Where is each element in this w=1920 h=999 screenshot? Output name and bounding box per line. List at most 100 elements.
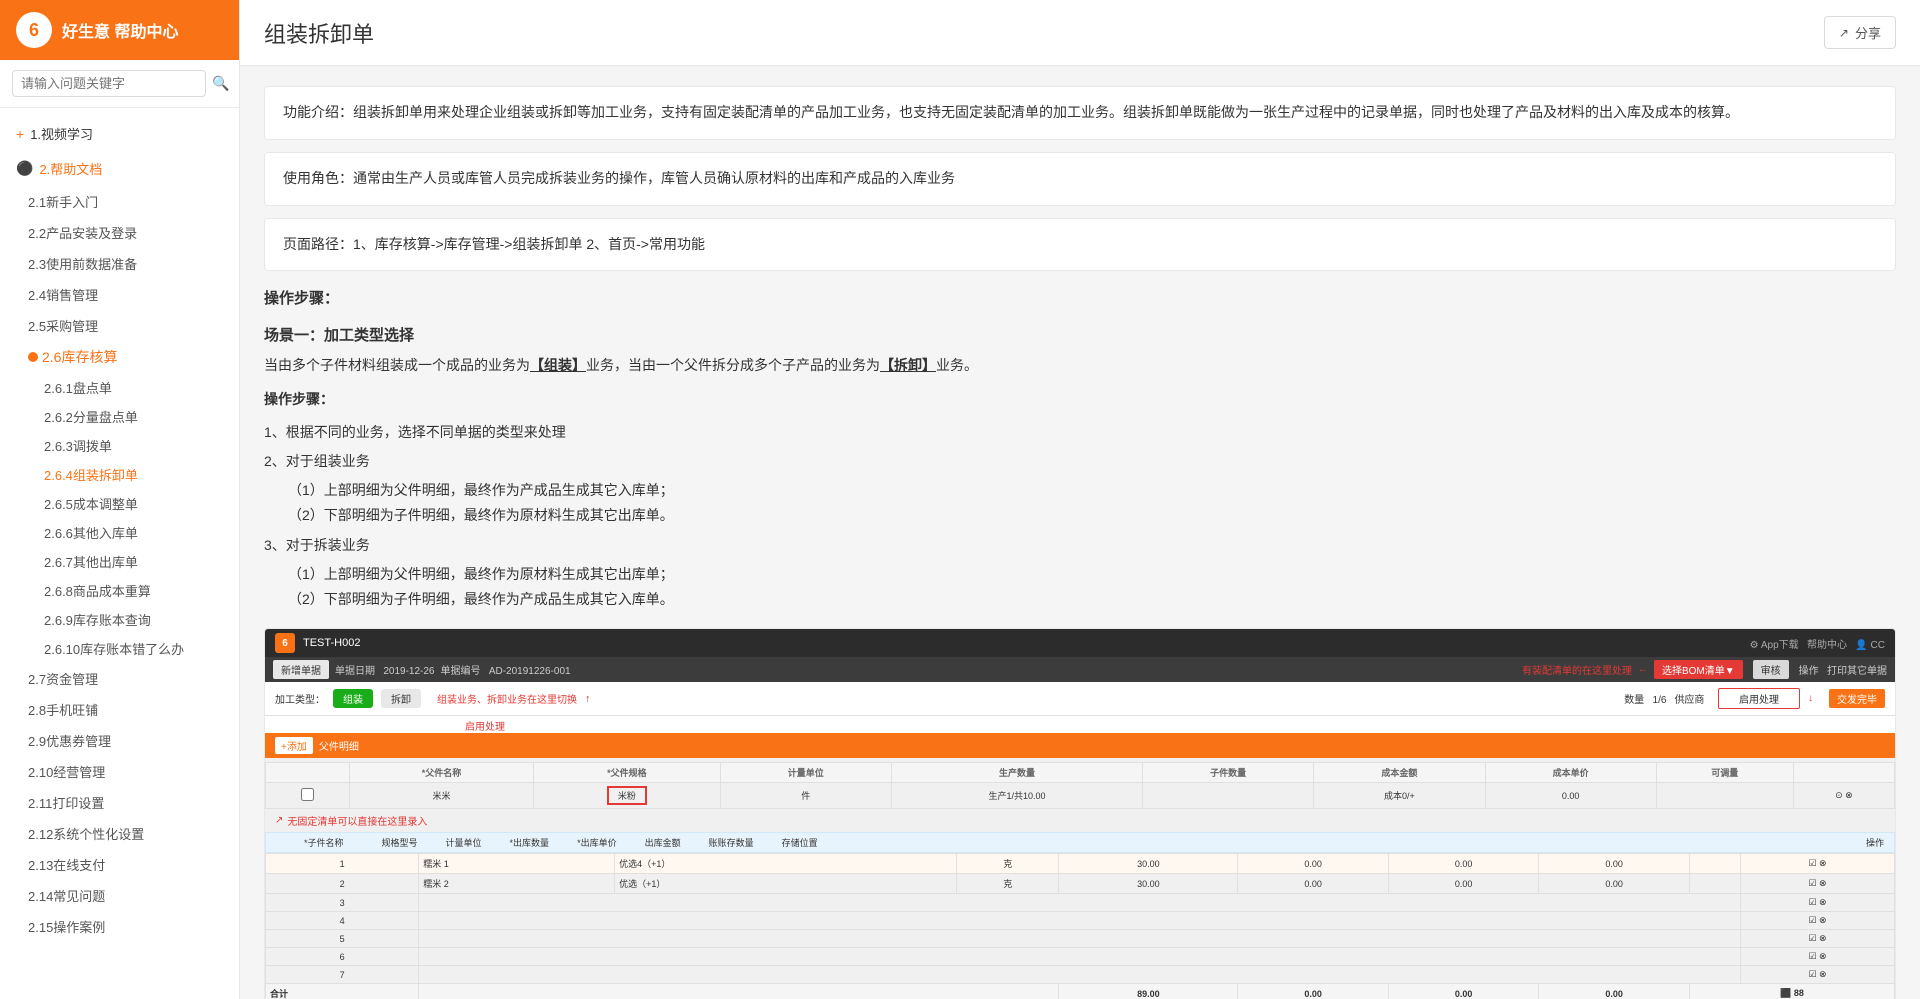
cell-sub-qty [1143,783,1314,809]
col-sku: *父件规格 [534,763,720,783]
cell-empty4 [419,912,1741,930]
col2-check [276,836,296,849]
share-button[interactable]: ↗ 分享 [1824,16,1896,49]
step3: 3、对于拆装业务 [264,533,1896,558]
cell-unit2: 克 [957,854,1059,874]
annotation4-row: ↗ 无固定清单可以直接在这里录入 [265,809,1895,832]
sidebar-item-other-in[interactable]: 2.6.6其他入库单 [44,518,239,547]
toolbar-annotation1: 有装配清单的在这里处理 [1522,662,1632,677]
cell-amt-out: 0.00 [1388,854,1539,874]
supplier-input[interactable]: 启用处理 [1718,688,1800,709]
cell-empty3 [419,894,1741,912]
function-intro-box: 功能介绍：组装拆卸单用来处理企业组装或拆卸等加工业务，支持有固定装配清单的产品加… [264,86,1896,140]
sidebar-item-online-pay[interactable]: 2.13在线支付 [28,849,239,880]
sidebar-item-purchase[interactable]: 2.5采购管理 [28,310,239,341]
table-row: 2 糯米 2 优选（+1） 克 30.00 0.00 0.00 0.00 [266,874,1895,894]
cell-name: 米米 [349,783,534,809]
col-unit-cost: 成本单价 [1485,763,1656,783]
annotation2-arrow: ↑ [585,693,591,705]
search-input[interactable] [12,70,206,97]
col2-ops: 操作 [1866,836,1884,849]
cell-cost: 成本0/+ [1314,783,1485,809]
cell-qty-out: 30.00 [1059,854,1238,874]
annotation2: 组装业务、拆卸业务在这里切换 [437,691,577,706]
sidebar-item-inventory[interactable]: 2.6库存核算 [28,341,239,373]
sidebar-item-sales[interactable]: 2.4销售管理 [28,279,239,310]
cell-stk2: 0.00 [1539,854,1690,874]
table-row: 7 ☑ ⊗ [266,966,1895,984]
sidebar-item-coupon[interactable]: 2.9优惠券管理 [28,725,239,756]
sidebar-item-newbie[interactable]: 2.1新手入门 [28,186,239,217]
annotation3-label: 启用处理 [265,716,1895,733]
cell-name3: 糯米 2 [419,874,615,894]
cell-ops8: ☑ ⊗ [1741,966,1895,984]
col-avail: 可调量 [1656,763,1793,783]
tab-disassembly[interactable]: 拆卸 [381,689,421,708]
sidebar-search-bar: 🔍 [0,60,239,108]
cell-check [266,783,350,809]
table-row: 6 ☑ ⊗ [266,948,1895,966]
sidebar-item-video[interactable]: + 1.视频学习 [0,116,239,151]
sidebar-item-cost-recalc[interactable]: 2.6.8商品成本重算 [44,576,239,605]
cell-qty-out3: 30.00 [1059,874,1238,894]
confirm-btn[interactable]: 交发完毕 [1829,689,1885,708]
footer-qty: 89.00 [1059,984,1238,999]
sidebar-item-assemble-disassemble[interactable]: 2.6.4组装拆卸单 [44,460,239,489]
lower-table-area: ↗ 无固定清单可以直接在这里录入 *子件名称 规格型号 计量单位 *出库数量 *… [265,809,1895,999]
step2-sub2: （2）下部明细为子件明细，最终作为原材料生成其它出库单。 [288,503,1896,528]
sidebar-item-operations[interactable]: 2.10经营管理 [28,756,239,787]
sidebar-item-other-out[interactable]: 2.6.7其他出库单 [44,547,239,576]
footer-stk: 0.00 [1539,984,1690,999]
sidebar-item-cost-adj[interactable]: 2.6.5成本调整单 [44,489,239,518]
cell-no5: 4 [266,912,419,930]
sidebar: 6 好生意 帮助中心 🔍 + 1.视频学习 ⚫ 2.帮助文档 2.1新手入门 2… [0,0,240,999]
app-toolbar: 新增单据 单据日期 2019-12-26 单据编号 AD-20191226-00… [265,657,1895,682]
table-row: 3 ☑ ⊗ [266,894,1895,912]
tab-assembly[interactable]: 组装 [333,689,373,708]
search-icon[interactable]: 🔍 [212,75,229,92]
footer-price: 0.00 [1238,984,1389,999]
row-checkbox[interactable] [301,788,314,801]
cell-no6: 5 [266,930,419,948]
sidebar-item-cases[interactable]: 2.15操作案例 [28,911,239,942]
sidebar-item-transfer[interactable]: 2.6.3调拨单 [44,431,239,460]
cell-sku: 米粉 [534,783,720,809]
sidebar-item-faq[interactable]: 2.14常见问题 [28,880,239,911]
footer-amt: 0.00 [1388,984,1539,999]
sidebar-item-install[interactable]: 2.2产品安装及登录 [28,217,239,248]
sidebar-sub-inventory: 2.6.1盘点单 2.6.2分量盘点单 2.6.3调拨单 2.6.4组装拆卸单 … [28,373,239,663]
sidebar-item-help-docs[interactable]: ⚫ 2.帮助文档 [0,151,239,186]
sidebar-item-partial-stock[interactable]: 2.6.2分量盘点单 [44,402,239,431]
collapse-dot [28,352,38,362]
col2-qty1: *出库数量 [510,836,550,849]
sidebar-item-stock-ledger-fix[interactable]: 2.6.10库存账本错了么办 [44,634,239,663]
sidebar-item-stock-ledger[interactable]: 2.6.9库存账本查询 [44,605,239,634]
col2-name: *子件名称 [304,836,344,849]
sidebar-item-personalize[interactable]: 2.12系统个性化设置 [28,818,239,849]
sub-add-btn[interactable]: +添加 [275,737,313,754]
table-row: 米米 米粉 件 生产1/共10.00 成本0/+ 0.00 ⊙ ⊗ [266,783,1895,809]
role-desc-box: 使用角色：通常由生产人员或库管人员完成拆装业务的操作，库管人员确认原材料的出库和… [264,152,1896,206]
cell-ops5: ☑ ⊗ [1741,912,1895,930]
cell-ops2: ☑ ⊗ [1741,854,1895,874]
sidebar-item-label: 2.帮助文档 [39,159,102,178]
sidebar-item-stocktake[interactable]: 2.6.1盘点单 [44,373,239,402]
app-screenshot: 6 TEST-H002 ⚙ App下载 帮助中心 👤 CC 新增单据 单据日期 … [265,629,1895,999]
steps-label: 操作步骤： [264,387,1896,412]
cell-price-out: 0.00 [1238,854,1389,874]
cell-empty7 [419,966,1741,984]
logo-icon: 6 [16,12,52,48]
main-body: 功能介绍：组装拆卸单用来处理企业组装或拆卸等加工业务，支持有固定装配清单的产品加… [240,66,1920,999]
cell-sku2: 优选4（+1） [615,854,957,874]
sidebar-nav: + 1.视频学习 ⚫ 2.帮助文档 2.1新手入门 2.2产品安装及登录 2.3… [0,108,239,999]
cell-ops3: ☑ ⊗ [1741,874,1895,894]
sidebar-item-mobile[interactable]: 2.8手机旺铺 [28,694,239,725]
collapse-icon: ⚫ [16,160,33,177]
mock-app: 6 TEST-H002 ⚙ App下载 帮助中心 👤 CC 新增单据 单据日期 … [265,629,1895,999]
sidebar-item-finance[interactable]: 2.7资金管理 [28,663,239,694]
footer-empty [419,984,1059,999]
sidebar-item-data-prep[interactable]: 2.3使用前数据准备 [28,248,239,279]
col-qty: 生产数量 [891,763,1142,783]
sidebar-item-print[interactable]: 2.11打印设置 [28,787,239,818]
col2-loc: 存储位置 [782,836,818,849]
